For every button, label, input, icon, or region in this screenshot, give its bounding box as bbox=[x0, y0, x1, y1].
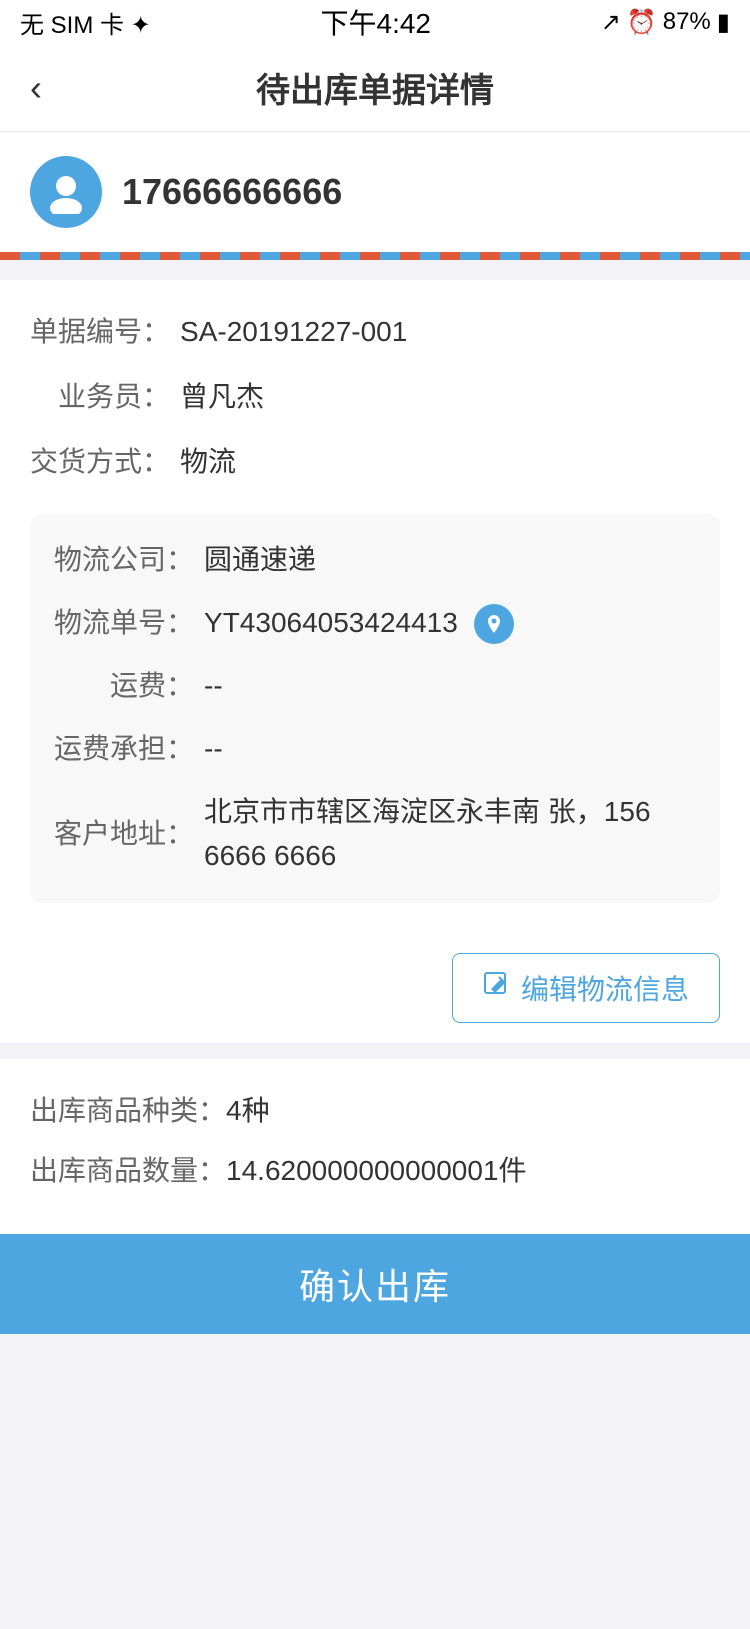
status-bar: 无 SIM 卡 ✦ 下午4:42 ↗ ⏰ 87% ▮ bbox=[0, 0, 750, 44]
nav-bar: ‹ 待出库单据详情 bbox=[0, 44, 750, 132]
delivery-value: 物流 bbox=[180, 440, 720, 485]
status-time: 下午4:42 bbox=[321, 2, 432, 42]
stats-section: 出库商品种类： 4种 出库商品数量： 14.620000000000001件 bbox=[0, 1059, 750, 1219]
salesperson-row: 业务员： 曾凡杰 bbox=[30, 375, 720, 420]
freight-row: 运费： -- bbox=[54, 664, 696, 709]
product-types-label: 出库商品种类： bbox=[30, 1089, 226, 1129]
product-types-row: 出库商品种类： 4种 bbox=[30, 1089, 720, 1129]
section-divider bbox=[0, 1043, 750, 1059]
delivery-label: 交货方式： bbox=[30, 440, 170, 485]
product-quantity-label: 出库商品数量： bbox=[30, 1149, 226, 1189]
logistics-company-value: 圆通速递 bbox=[204, 538, 696, 583]
tracking-location-icon[interactable] bbox=[474, 604, 514, 644]
logistics-company-label: 物流公司： bbox=[54, 538, 194, 583]
delivery-row: 交货方式： 物流 bbox=[30, 440, 720, 485]
freight-label: 运费： bbox=[54, 664, 194, 709]
salesperson-label: 业务员： bbox=[30, 375, 170, 420]
status-right: ↗ ⏰ 87% ▮ bbox=[601, 8, 730, 37]
address-value: 北京市市辖区海淀区永丰南 张，156 6666 6666 bbox=[204, 790, 696, 880]
address-label: 客户地址： bbox=[54, 812, 194, 857]
tracking-label: 物流单号： bbox=[54, 601, 194, 646]
bottom-bar: 确认出库 bbox=[0, 1234, 750, 1334]
freight-bearer-value: -- bbox=[204, 727, 696, 772]
tracking-value-row: YT43064053424413 bbox=[194, 601, 514, 646]
confirm-button[interactable]: 确认出库 bbox=[299, 1258, 451, 1310]
empty-spacer bbox=[0, 1329, 750, 1529]
freight-bearer-label: 运费承担： bbox=[54, 727, 194, 772]
address-row: 客户地址： 北京市市辖区海淀区永丰南 张，156 6666 6666 bbox=[54, 790, 696, 880]
freight-bearer-row: 运费承担： -- bbox=[54, 727, 696, 772]
back-button[interactable]: ‹ bbox=[30, 67, 42, 109]
status-left: 无 SIM 卡 ✦ bbox=[20, 5, 151, 40]
customer-header: 17666666666 bbox=[0, 132, 750, 252]
product-quantity-value: 14.620000000000001件 bbox=[226, 1149, 527, 1189]
edit-logistics-label: 编辑物流信息 bbox=[521, 968, 689, 1008]
order-info-section: 单据编号： SA-20191227-001 业务员： 曾凡杰 交货方式： 物流 … bbox=[0, 280, 750, 933]
alarm-icon: ⏰ bbox=[627, 8, 657, 37]
tracking-number: YT43064053424413 bbox=[204, 601, 458, 646]
decorative-divider bbox=[0, 252, 750, 260]
salesperson-value: 曾凡杰 bbox=[180, 375, 720, 420]
product-quantity-row: 出库商品数量： 14.620000000000001件 bbox=[30, 1149, 720, 1189]
page-title: 待出库单据详情 bbox=[256, 63, 494, 112]
logistics-card: 物流公司： 圆通速递 物流单号： YT43064053424413 运费： -- bbox=[30, 514, 720, 903]
logistics-company-row: 物流公司： 圆通速递 bbox=[54, 538, 696, 583]
edit-button-row: 编辑物流信息 bbox=[0, 933, 750, 1043]
order-number-value: SA-20191227-001 bbox=[180, 310, 720, 355]
edit-icon bbox=[483, 971, 511, 1006]
battery-icon: ▮ bbox=[717, 8, 730, 37]
customer-phone: 17666666666 bbox=[122, 171, 342, 213]
freight-value: -- bbox=[204, 664, 696, 709]
avatar bbox=[30, 156, 102, 228]
edit-logistics-button[interactable]: 编辑物流信息 bbox=[452, 953, 720, 1023]
product-types-value: 4种 bbox=[226, 1089, 270, 1129]
order-number-row: 单据编号： SA-20191227-001 bbox=[30, 310, 720, 355]
order-number-label: 单据编号： bbox=[30, 310, 170, 355]
location-icon: ↗ bbox=[601, 8, 621, 37]
battery-level: 87% bbox=[663, 8, 711, 36]
tracking-row: 物流单号： YT43064053424413 bbox=[54, 601, 696, 646]
sim-status: 无 SIM 卡 ✦ bbox=[20, 5, 151, 40]
